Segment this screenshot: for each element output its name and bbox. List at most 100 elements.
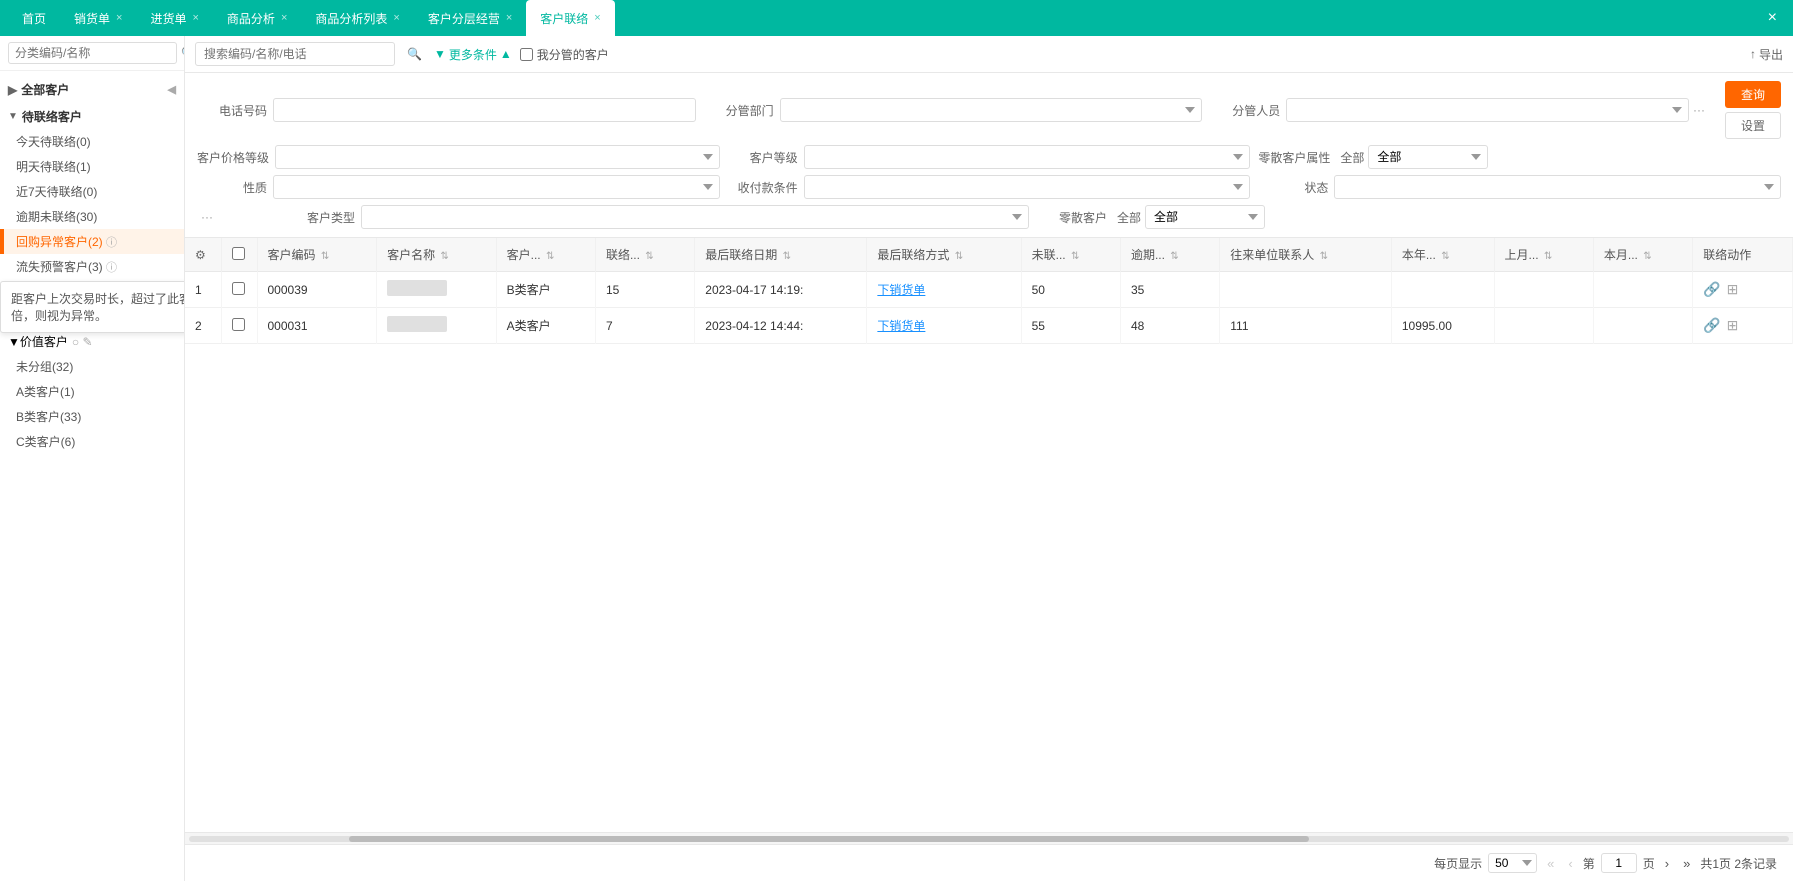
cell-last-method-1: 下销货单 — [867, 272, 1021, 308]
tree-item-loss-warning[interactable]: 流失预警客户(3) ⓘ — [0, 254, 184, 279]
col-last-contact-date[interactable]: 最后联络日期 ⇅ — [695, 238, 867, 272]
more-conditions-toggle[interactable]: ▼ 更多条件 ▲ — [434, 46, 512, 63]
filter-label-customer-type: 客户类型 — [285, 209, 355, 226]
filter-select-price-level[interactable] — [275, 145, 720, 169]
query-button[interactable]: 查询 — [1725, 81, 1781, 108]
filter-more-dots[interactable]: ··· — [1689, 103, 1709, 117]
nav-item-product-analysis-list[interactable]: 商品分析列表 × — [301, 0, 413, 36]
col-code[interactable]: 客户编码 ⇅ — [257, 238, 377, 272]
filter-select-dept-wrapper — [780, 98, 1203, 122]
search-input[interactable] — [195, 42, 395, 66]
tree-item-class-b[interactable]: B类客户(33) — [0, 404, 184, 429]
my-customers-checkbox[interactable] — [520, 48, 533, 61]
filter-select-retail-customer[interactable]: 全部 — [1145, 205, 1265, 229]
table-row: 2 000031 A类客户 7 2023-04-12 14:44: 下销货单 — [185, 308, 1793, 344]
nav-item-sales[interactable]: 销货单 × — [60, 0, 136, 36]
nav-close-product-analysis[interactable]: × — [281, 12, 287, 24]
sort-icon-type: ⇅ — [546, 251, 554, 262]
col-name[interactable]: 客户名称 ⇅ — [377, 238, 497, 272]
filter-row4-dots[interactable]: ··· — [197, 210, 217, 224]
page-number-input[interactable] — [1601, 853, 1637, 873]
cell-last-month-1 — [1494, 272, 1593, 308]
prev-page-button[interactable]: ‹ — [1564, 854, 1576, 873]
tree-item-unclassified[interactable]: 未分组(32) — [0, 354, 184, 379]
nav-item-customer-tier[interactable]: 客户分层经营 × — [414, 0, 526, 36]
tree-item-class-c[interactable]: C类客户(6) — [0, 429, 184, 454]
tree-item-overdue-pending[interactable]: 逾期未联络(30) — [0, 204, 184, 229]
settings-button[interactable]: 设置 — [1725, 112, 1781, 139]
col-contact-person[interactable]: 往来单位联系人 ⇅ — [1220, 238, 1392, 272]
select-all-checkbox[interactable] — [232, 247, 245, 260]
filter-select-dept[interactable] — [780, 98, 1203, 122]
filter-select-retail-attr[interactable]: 全部 — [1368, 145, 1488, 169]
horizontal-scrollbar[interactable] — [185, 832, 1793, 844]
filter-select-status[interactable] — [1334, 175, 1781, 199]
filter-input-phone[interactable] — [273, 98, 696, 122]
nav-close-purchase[interactable]: × — [192, 12, 198, 24]
nav-item-purchase[interactable]: 进货单 × — [136, 0, 212, 36]
col-overdue[interactable]: 逾期... ⇅ — [1120, 238, 1219, 272]
action-grid-2[interactable]: ⊞ — [1727, 317, 1739, 334]
filter-select-customer-level[interactable] — [804, 145, 1251, 169]
table-settings-icon[interactable]: ⚙ — [195, 248, 206, 262]
tree-item-repurchase-abnormal[interactable]: 回购异常客户(2) ⓘ — [4, 229, 184, 254]
last-page-button[interactable]: » — [1679, 854, 1694, 873]
filter-select-person[interactable] — [1286, 98, 1689, 122]
edit-icon[interactable]: ○ ✎ — [72, 335, 93, 349]
nav-close-product-analysis-list[interactable]: × — [393, 12, 399, 24]
action-grid-1[interactable]: ⊞ — [1727, 281, 1739, 298]
nav-item-home[interactable]: 首页 — [8, 0, 60, 36]
action-link-2[interactable]: 🔗 — [1703, 317, 1720, 334]
nav-close-customer-tier[interactable]: × — [506, 12, 512, 24]
first-page-button[interactable]: « — [1543, 854, 1558, 873]
filter-field-retail-attr: 零散客户属性 全部 全部 — [1258, 145, 1781, 169]
col-type[interactable]: 客户... ⇅ — [496, 238, 595, 272]
col-last-month[interactable]: 上月... ⇅ — [1494, 238, 1593, 272]
filter-label-payment: 收付款条件 — [728, 179, 798, 196]
col-uncontacted[interactable]: 未联... ⇅ — [1021, 238, 1120, 272]
top-navigation: 首页 销货单 × 进货单 × 商品分析 × 商品分析列表 × 客户分层经营 × … — [0, 0, 1793, 36]
sidebar-search-input[interactable] — [8, 42, 177, 64]
filter-label-customer-level: 客户等级 — [728, 149, 798, 166]
col-this-month[interactable]: 本月... ⇅ — [1593, 238, 1692, 272]
nav-item-customer-contact[interactable]: 客户联络 × — [526, 0, 614, 36]
filter-field-dept: 分管部门 — [704, 98, 1203, 122]
retail-customer-value: 全部 — [1117, 209, 1141, 226]
nav-close-sales[interactable]: × — [116, 12, 122, 24]
filter-select-nature[interactable] — [273, 175, 720, 199]
filter-field-customer-type: 客户类型 — [285, 205, 1029, 229]
action-link-1[interactable]: 🔗 — [1703, 281, 1720, 298]
col-last-contact-method[interactable]: 最后联络方式 ⇅ — [867, 238, 1021, 272]
tree-item-class-a[interactable]: A类客户(1) — [0, 379, 184, 404]
my-customers-checkbox-label[interactable]: 我分管的客户 — [520, 46, 609, 63]
tree-item-tomorrow-pending[interactable]: 明天待联络(1) — [0, 154, 184, 179]
cell-this-month-1 — [1593, 272, 1692, 308]
right-content: 🔍 ▼ 更多条件 ▲ 我分管的客户 ↑ 导出 电话号码 — [185, 36, 1793, 881]
next-page-button[interactable]: › — [1661, 854, 1673, 873]
close-all-tabs[interactable]: × — [1768, 9, 1777, 27]
row-checkbox-2[interactable] — [232, 318, 245, 331]
row-checkbox-1[interactable] — [232, 282, 245, 295]
sort-icon-contact-count: ⇅ — [645, 251, 653, 262]
nav-item-product-analysis[interactable]: 商品分析 × — [213, 0, 301, 36]
cell-overdue-2: 48 — [1120, 308, 1219, 344]
method-link-2[interactable]: 下销货单 — [877, 319, 925, 333]
sidebar-search-icon[interactable]: 🔍 — [181, 46, 185, 60]
sort-icon-date: ⇅ — [783, 251, 791, 262]
tree-item-today-pending[interactable]: 今天待联络(0) — [0, 129, 184, 154]
filter-row-3: 性质 收付款条件 状态 — [197, 175, 1781, 199]
filter-select-customer-type[interactable] — [361, 205, 1029, 229]
tree-root-all-customers[interactable]: ▶ 全部客户 ◀ — [0, 75, 184, 104]
search-button[interactable]: 🔍 — [403, 45, 426, 63]
col-contact-count[interactable]: 联络... ⇅ — [595, 238, 694, 272]
cell-checkbox-1 — [221, 272, 257, 308]
page-size-select[interactable]: 20 50 100 — [1488, 853, 1537, 873]
nav-close-customer-contact[interactable]: × — [594, 12, 600, 24]
filter-select-ctype-wrapper — [361, 205, 1029, 229]
filter-select-payment[interactable] — [804, 175, 1251, 199]
tree-group-pending-contact[interactable]: ▼ 待联络客户 — [0, 104, 184, 129]
tree-item-7day-pending[interactable]: 近7天待联络(0) — [0, 179, 184, 204]
col-this-year[interactable]: 本年... ⇅ — [1391, 238, 1494, 272]
export-button[interactable]: ↑ 导出 — [1750, 46, 1783, 63]
method-link-1[interactable]: 下销货单 — [877, 283, 925, 297]
